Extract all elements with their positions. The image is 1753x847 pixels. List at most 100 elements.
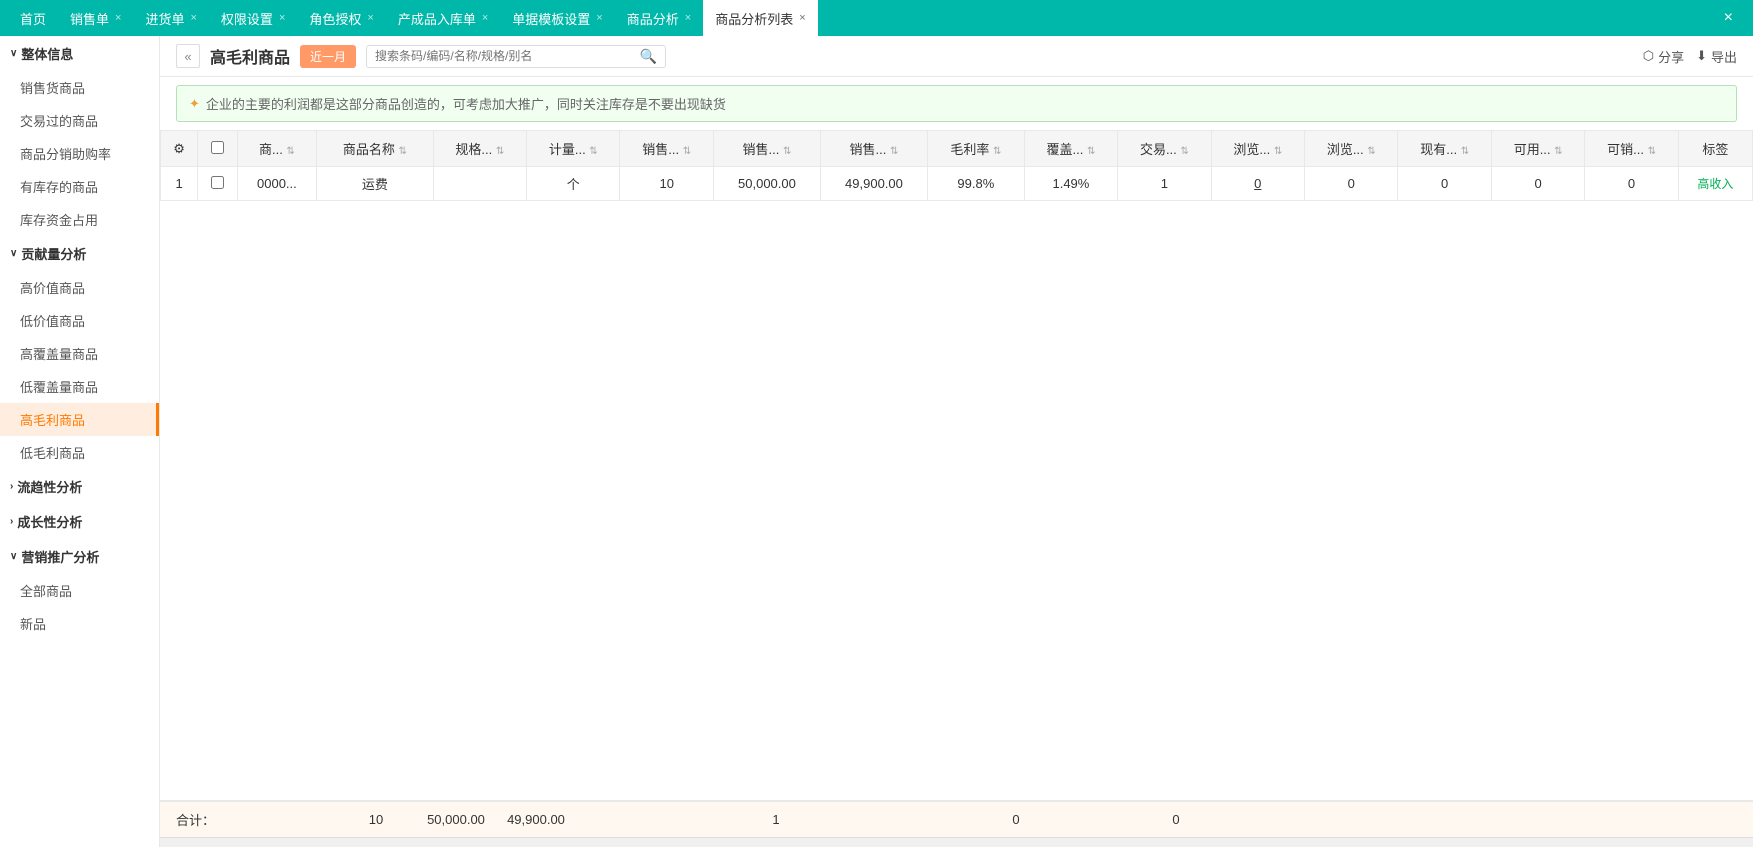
nav-item-角色授权[interactable]: 角色授权× <box>297 0 385 36</box>
sidebar-item-新品[interactable]: 新品 <box>0 607 159 640</box>
footer-saleable: 0 <box>1136 812 1216 827</box>
row-select-checkbox[interactable] <box>211 176 224 189</box>
nav-item-销售单[interactable]: 销售单× <box>58 0 133 36</box>
section-label: 贡献量分析 <box>21 244 86 263</box>
table-row: 10000...运费个1050,000.0049,900.0099.8%1.49… <box>161 167 1753 201</box>
table-header-可销...[interactable]: 可销... ⇅ <box>1585 131 1678 167</box>
table-header-销售...[interactable]: 销售... ⇅ <box>820 131 927 167</box>
table-header-现有...[interactable]: 现有... ⇅ <box>1398 131 1491 167</box>
sidebar-item-交易过的商品[interactable]: 交易过的商品 <box>0 104 159 137</box>
table-header-销售...[interactable]: 销售... ⇅ <box>713 131 820 167</box>
footer-empty1 <box>576 812 656 827</box>
sidebar-item-低覆盖量商品[interactable]: 低覆盖量商品 <box>0 370 159 403</box>
sidebar-item-高毛利商品[interactable]: 高毛利商品 <box>0 403 159 436</box>
data-table: ⚙商... ⇅商品名称 ⇅规格... ⇅计量... ⇅销售... ⇅销售... … <box>160 130 1753 201</box>
row-sales-qty: 10 <box>620 167 713 201</box>
share-button[interactable]: ⬡ 分享 <box>1643 47 1684 66</box>
collapse-sidebar-button[interactable]: « <box>176 44 200 68</box>
sidebar-item-低毛利商品[interactable]: 低毛利商品 <box>0 436 159 469</box>
nav-close-icon[interactable]: × <box>596 12 602 24</box>
row-current: 0 <box>1398 167 1491 201</box>
nav-item-首页[interactable]: 首页 <box>8 0 58 36</box>
table-header-销售...[interactable]: 销售... ⇅ <box>620 131 713 167</box>
table-header-商品名称[interactable]: 商品名称 ⇅ <box>317 131 433 167</box>
sidebar-item-全部商品[interactable]: 全部商品 <box>0 574 159 607</box>
footer-empty4 <box>896 812 976 827</box>
row-index: 1 <box>161 167 198 201</box>
row-name: 运费 <box>317 167 433 201</box>
sidebar-item-高覆盖量商品[interactable]: 高覆盖量商品 <box>0 337 159 370</box>
table-header-浏览...[interactable]: 浏览... ⇅ <box>1305 131 1398 167</box>
table-header-毛利率[interactable]: 毛利率 ⇅ <box>927 131 1024 167</box>
footer-sales-amt2: 49,900.00 <box>496 812 576 827</box>
sidebar-section-成长性分析[interactable]: › 成长性分析 <box>0 504 159 539</box>
table-header-交易...[interactable]: 交易... ⇅ <box>1118 131 1211 167</box>
sidebar-item-高价值商品[interactable]: 高价值商品 <box>0 271 159 304</box>
window-close-button[interactable]: × <box>1712 9 1745 27</box>
nav-item-商品分析列表[interactable]: 商品分析列表× <box>703 0 817 36</box>
table-header-浏览...[interactable]: 浏览... ⇅ <box>1211 131 1304 167</box>
sidebar-item-有库存的商品[interactable]: 有库存的商品 <box>0 170 159 203</box>
table-header-可用...[interactable]: 可用... ⇅ <box>1491 131 1584 167</box>
table-header-覆盖...[interactable]: 覆盖... ⇅ <box>1024 131 1117 167</box>
section-arrow-icon: ∨ <box>10 248 17 259</box>
row-views2: 0 <box>1305 167 1398 201</box>
info-banner: ✦ 企业的主要的利润都是这部分商品创造的，可考虑加大推广，同时关注库存是不要出现… <box>176 85 1737 122</box>
nav-item-商品分析[interactable]: 商品分析× <box>615 0 703 36</box>
search-box: 🔍 <box>366 45 666 68</box>
footer-empty2 <box>656 812 736 827</box>
export-icon: ⬇ <box>1696 48 1707 64</box>
nav-close-icon[interactable]: × <box>482 12 488 24</box>
footer-empty3 <box>816 812 896 827</box>
sidebar-item-商品分销助购率[interactable]: 商品分销助购率 <box>0 137 159 170</box>
sidebar-section-整体信息[interactable]: ∨ 整体信息 <box>0 36 159 71</box>
row-tag: 高收入 <box>1678 167 1752 201</box>
export-button[interactable]: ⬇ 导出 <box>1696 47 1737 66</box>
row-checkbox[interactable] <box>198 167 237 201</box>
sidebar-section-营销推广分析[interactable]: ∨营销推广分析 <box>0 539 159 574</box>
nav-item-单据模板设置[interactable]: 单据模板设置× <box>500 0 614 36</box>
section-arrow-icon: ∨ <box>10 551 17 562</box>
content-header: « 高毛利商品 近一月 🔍 ⬡ 分享 ⬇ 导出 <box>160 36 1753 77</box>
nav-close-icon[interactable]: × <box>115 12 121 24</box>
row-unit: 个 <box>527 167 620 201</box>
row-code: 0000... <box>237 167 317 201</box>
table-header-规格...[interactable]: 规格... ⇅ <box>433 131 526 167</box>
section-label: 整体信息 <box>21 44 73 63</box>
footer-label: 合计： <box>176 810 256 829</box>
header-actions: ⬡ 分享 ⬇ 导出 <box>1643 47 1737 66</box>
nav-close-icon[interactable]: × <box>799 12 805 24</box>
row-transactions: 1 <box>1118 167 1211 201</box>
sidebar-item-低价值商品[interactable]: 低价值商品 <box>0 304 159 337</box>
nav-item-进货单[interactable]: 进货单× <box>133 0 208 36</box>
table-header-计量...[interactable]: 计量... ⇅ <box>527 131 620 167</box>
table-header-商...[interactable]: 商... ⇅ <box>237 131 317 167</box>
nav-close-icon[interactable]: × <box>279 12 285 24</box>
sidebar-item-库存资金占用[interactable]: 库存资金占用 <box>0 203 159 236</box>
row-available: 0 <box>1491 167 1584 201</box>
row-saleable: 0 <box>1585 167 1678 201</box>
nav-item-权限设置[interactable]: 权限设置× <box>209 0 297 36</box>
sidebar-section-流趋性分析[interactable]: › 流趋性分析 <box>0 469 159 504</box>
footer-empty5 <box>1056 812 1136 827</box>
sidebar-section-贡献量分析[interactable]: ∨ 贡献量分析 <box>0 236 159 271</box>
search-input[interactable] <box>375 49 640 63</box>
sidebar-item-销售货商品[interactable]: 销售货商品 <box>0 71 159 104</box>
top-navigation: 首页销售单×进货单×权限设置×角色授权×产成品入库单×单据模板设置×商品分析×商… <box>0 0 1753 36</box>
nav-close-icon[interactable]: × <box>190 12 196 24</box>
row-sales-amt: 50,000.00 <box>713 167 820 201</box>
nav-close-icon[interactable]: × <box>685 12 691 24</box>
info-banner-text: 企业的主要的利润都是这部分商品创造的，可考虑加大推广，同时关注库存是不要出现缺货 <box>206 94 726 113</box>
horizontal-scrollbar[interactable] <box>160 837 1753 847</box>
filter-period-button[interactable]: 近一月 <box>300 45 356 68</box>
section-label: 成长性分析 <box>17 512 82 531</box>
main-layout: ∨ 整体信息销售货商品交易过的商品商品分销助购率有库存的商品库存资金占用 ∨ 贡献量分… <box>0 36 1753 847</box>
section-arrow-icon: › <box>10 481 13 492</box>
section-arrow-icon: ∨ <box>10 48 17 59</box>
row-views1[interactable]: 0 <box>1211 167 1304 201</box>
select-all-checkbox[interactable] <box>211 141 224 154</box>
section-label: 流趋性分析 <box>17 477 82 496</box>
nav-close-icon[interactable]: × <box>367 12 373 24</box>
nav-item-产成品入库单[interactable]: 产成品入库单× <box>386 0 500 36</box>
section-arrow-icon: › <box>10 516 13 527</box>
